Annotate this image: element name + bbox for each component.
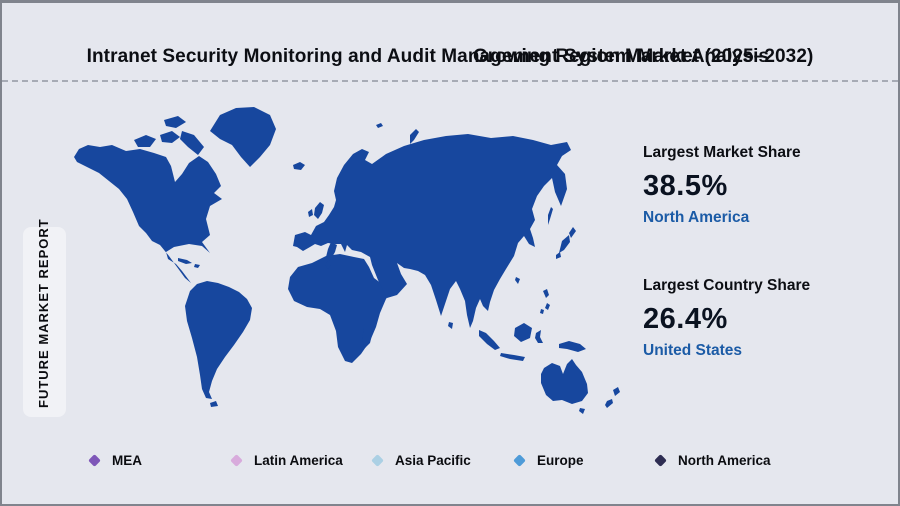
country-share-value: 26.4% [643, 303, 728, 335]
legend-item-latin-america: Latin America [230, 450, 343, 470]
legend-label-europe: Europe [537, 452, 584, 468]
europe-diamond-icon [513, 453, 526, 467]
map-australia [541, 359, 588, 404]
brand-watermark: FUTURE MARKET REPORT [36, 218, 51, 408]
legend-item-mea: MEA [88, 450, 142, 470]
legend-label-latin-america: Latin America [254, 452, 343, 468]
dashed-divider [2, 80, 898, 82]
legend-label-mea: MEA [112, 452, 142, 468]
legend-item-north-america: North America [654, 450, 771, 470]
report-canvas: Intranet Security Monitoring and Audit M… [0, 0, 900, 506]
market-share-label: Largest Market Share [643, 144, 801, 161]
legend-label-asia-pacific: Asia Pacific [395, 452, 471, 468]
market-share-value: 38.5% [643, 170, 728, 202]
country-share-region: United States [643, 342, 743, 359]
map-south-america [185, 281, 252, 399]
map-greenland [210, 107, 276, 167]
report-overlay-title: Growing Region Market Analysis [473, 46, 769, 67]
asia-pacific-diamond-icon [371, 453, 384, 467]
world-map-image [74, 107, 620, 414]
legend-item-asia-pacific: Asia Pacific [371, 450, 471, 470]
mea-diamond-icon [88, 453, 101, 467]
stats-panel: Largest Market Share 38.5% North America… [643, 144, 893, 410]
largest-country-share-block: Largest Country Share 26.4% United State… [643, 277, 893, 360]
legend-label-north-america: North America [678, 452, 771, 468]
largest-market-share-block: Largest Market Share 38.5% North America [643, 144, 893, 227]
north-america-diamond-icon [654, 453, 667, 467]
latin-america-diamond-icon [230, 453, 243, 467]
market-share-region: North America [643, 209, 750, 226]
country-share-label: Largest Country Share [643, 277, 811, 294]
map-north-america [74, 145, 222, 283]
legend-item-europe: Europe [513, 450, 584, 470]
